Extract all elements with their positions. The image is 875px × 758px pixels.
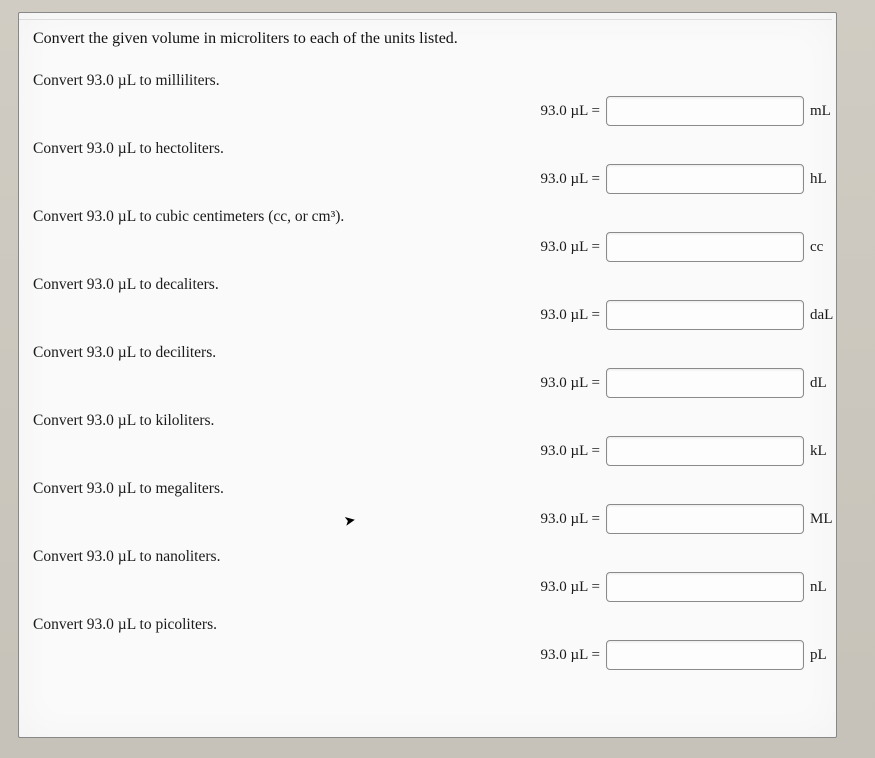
lhs-label: 93.0 µL = <box>528 171 600 188</box>
question-block: Convert 93.0 µL to hectoliters. 93.0 µL … <box>33 140 818 194</box>
question-prompt: Convert 93.0 µL to milliliters. <box>33 72 818 90</box>
answer-input-nL[interactable] <box>606 572 804 602</box>
questions-list: Convert 93.0 µL to milliliters. 93.0 µL … <box>33 72 818 670</box>
answer-input-mL[interactable] <box>606 96 804 126</box>
question-prompt: Convert 93.0 µL to deciliters. <box>33 344 818 362</box>
answer-row: 93.0 µL = cc <box>33 232 818 262</box>
lhs-label: 93.0 µL = <box>528 579 600 596</box>
question-block: Convert 93.0 µL to kiloliters. 93.0 µL =… <box>33 412 818 466</box>
answer-row: 93.0 µL = kL <box>33 436 818 466</box>
unit-label: ML <box>810 511 840 528</box>
answer-row: 93.0 µL = dL <box>33 368 818 398</box>
question-prompt: Convert 93.0 µL to hectoliters. <box>33 140 818 158</box>
unit-label: hL <box>810 171 840 188</box>
content-panel: Convert the given volume in microliters … <box>18 12 837 738</box>
unit-label: kL <box>810 443 840 460</box>
answer-row: 93.0 µL = daL <box>33 300 818 330</box>
question-block: Convert 93.0 µL to deciliters. 93.0 µL =… <box>33 344 818 398</box>
answer-input-kL[interactable] <box>606 436 804 466</box>
lhs-label: 93.0 µL = <box>528 239 600 256</box>
lhs-label: 93.0 µL = <box>528 103 600 120</box>
question-block: Convert 93.0 µL to nanoliters. 93.0 µL =… <box>33 548 818 602</box>
lhs-label: 93.0 µL = <box>528 443 600 460</box>
answer-row: 93.0 µL = hL <box>33 164 818 194</box>
screen-frame: Convert the given volume in microliters … <box>0 0 875 758</box>
answer-input-cc[interactable] <box>606 232 804 262</box>
divider <box>19 19 832 20</box>
unit-label: dL <box>810 375 840 392</box>
question-block: Convert 93.0 µL to picoliters. 93.0 µL =… <box>33 616 818 670</box>
instruction-text: Convert the given volume in microliters … <box>33 30 818 48</box>
lhs-label: 93.0 µL = <box>528 375 600 392</box>
unit-label: pL <box>810 647 840 664</box>
question-prompt: Convert 93.0 µL to nanoliters. <box>33 548 818 566</box>
question-prompt: Convert 93.0 µL to decaliters. <box>33 276 818 294</box>
answer-row: 93.0 µL = mL <box>33 96 818 126</box>
unit-label: nL <box>810 579 840 596</box>
answer-row: 93.0 µL = ML <box>33 504 818 534</box>
unit-label: daL <box>810 307 840 324</box>
question-block: Convert 93.0 µL to decaliters. 93.0 µL =… <box>33 276 818 330</box>
answer-input-daL[interactable] <box>606 300 804 330</box>
answer-row: 93.0 µL = nL <box>33 572 818 602</box>
lhs-label: 93.0 µL = <box>528 647 600 664</box>
question-prompt: Convert 93.0 µL to kiloliters. <box>33 412 818 430</box>
lhs-label: 93.0 µL = <box>528 307 600 324</box>
answer-input-ML[interactable] <box>606 504 804 534</box>
question-block: Convert 93.0 µL to cubic centimeters (cc… <box>33 208 818 262</box>
question-prompt: Convert 93.0 µL to picoliters. <box>33 616 818 634</box>
question-prompt: Convert 93.0 µL to megaliters. <box>33 480 818 498</box>
answer-input-pL[interactable] <box>606 640 804 670</box>
question-block: Convert 93.0 µL to milliliters. 93.0 µL … <box>33 72 818 126</box>
lhs-label: 93.0 µL = <box>528 511 600 528</box>
answer-row: 93.0 µL = pL <box>33 640 818 670</box>
unit-label: cc <box>810 239 840 256</box>
question-prompt: Convert 93.0 µL to cubic centimeters (cc… <box>33 208 818 226</box>
unit-label: mL <box>810 103 840 120</box>
question-block: Convert 93.0 µL to megaliters. 93.0 µL =… <box>33 480 818 534</box>
answer-input-hL[interactable] <box>606 164 804 194</box>
answer-input-dL[interactable] <box>606 368 804 398</box>
